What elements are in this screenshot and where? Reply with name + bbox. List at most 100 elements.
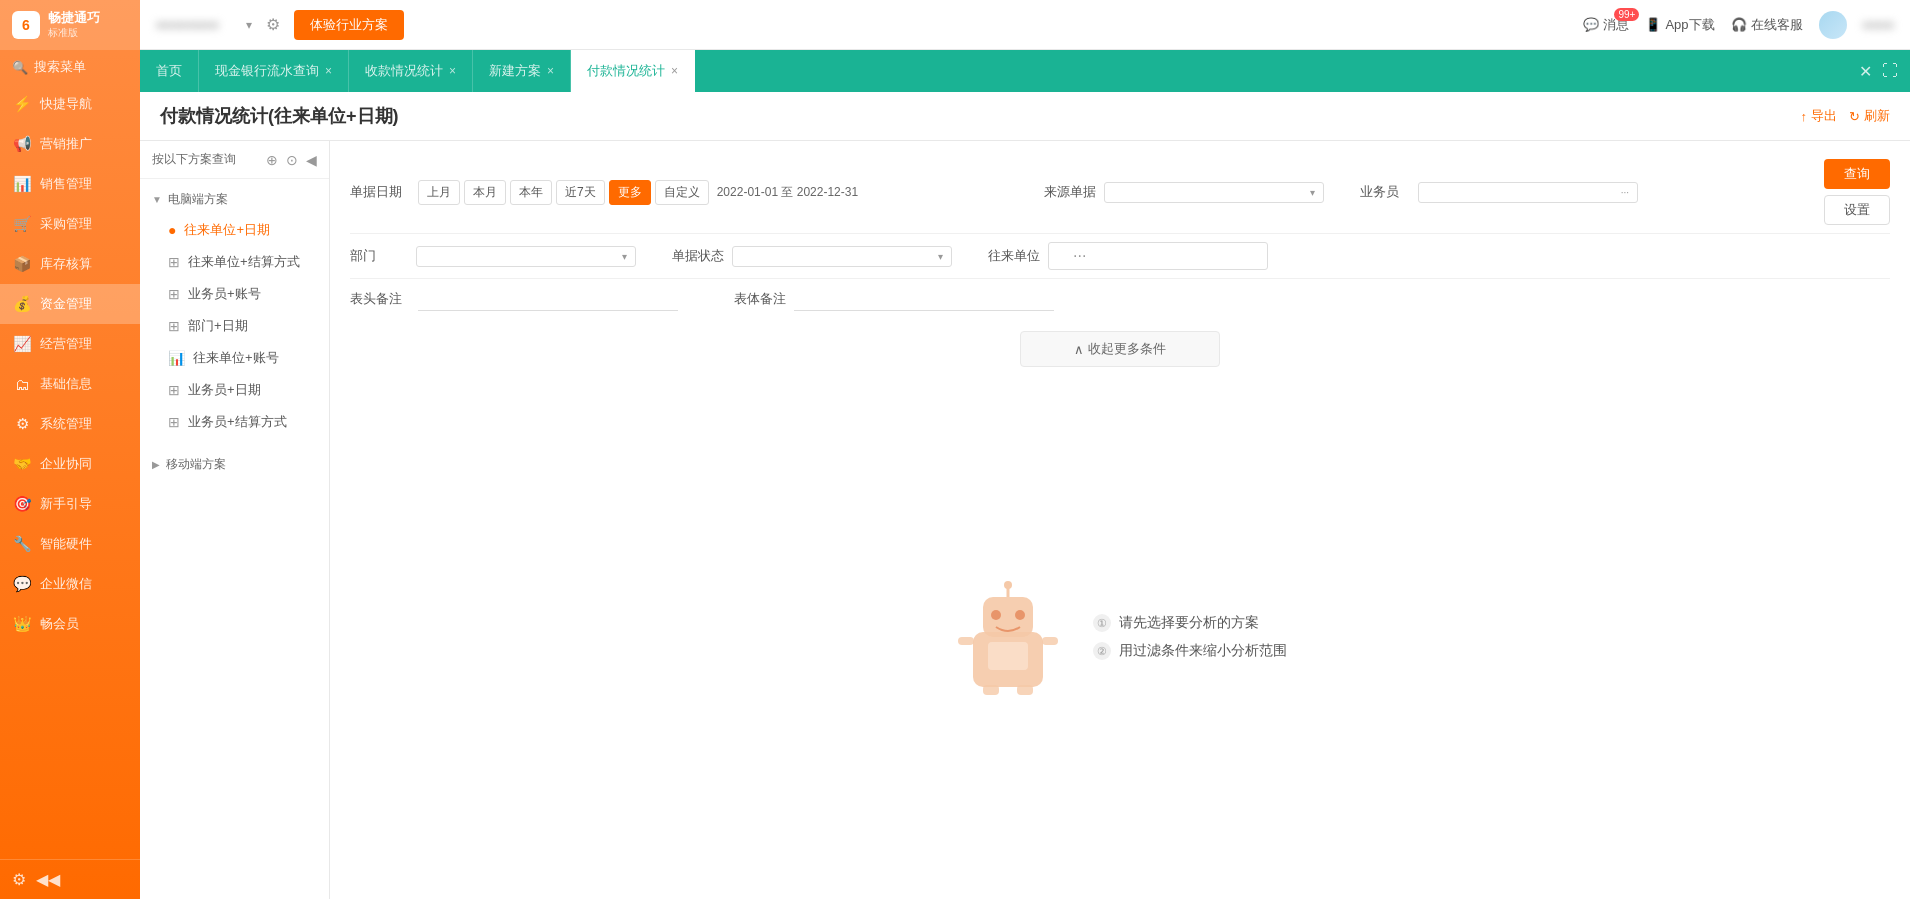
refresh-icon: ↻ — [1849, 109, 1860, 124]
scheme-item-unit-settle[interactable]: ⊞ 往来单位+结算方式 — [140, 246, 329, 278]
partner-select[interactable]: ··· — [1048, 242, 1268, 270]
sidebar-item-quick-nav[interactable]: ⚡ 快捷导航 — [0, 84, 140, 124]
sidebar-item-operations[interactable]: 📈 经营管理 — [0, 324, 140, 364]
filter-row-2: 部门 ▾ 单据状态 ▾ 往来单位 — [350, 234, 1890, 279]
custom-btn[interactable]: 自定义 — [655, 180, 709, 205]
member-icon: 👑 — [12, 614, 32, 634]
partner-select-dots: ··· — [1073, 247, 1086, 265]
scheme-section-mobile-title[interactable]: ▶ 移动端方案 — [140, 450, 329, 479]
query-btn[interactable]: 查询 — [1824, 159, 1890, 189]
this-year-btn[interactable]: 本年 — [510, 180, 552, 205]
more-btn[interactable]: 更多 — [609, 180, 651, 205]
refresh-btn[interactable]: ↻ 刷新 — [1849, 107, 1890, 125]
tab-close-bank-flow[interactable]: × — [325, 64, 332, 78]
tip1-number: ① — [1093, 614, 1111, 632]
username[interactable]: ●●●● — [1863, 17, 1894, 32]
scheme-item-unit-date[interactable]: ● 往来单位+日期 — [140, 214, 329, 246]
svg-rect-8 — [983, 685, 999, 695]
settings-footer-btn[interactable]: ⚙ — [12, 870, 26, 889]
online-service-btn[interactable]: 🎧 在线客服 — [1731, 16, 1803, 34]
staff-select-arrow: ··· — [1621, 187, 1629, 198]
collapse-arrow-icon: ∧ — [1074, 342, 1084, 357]
scheme-item-staff-settle[interactable]: ⊞ 业务员+结算方式 — [140, 406, 329, 438]
staff-select[interactable]: ··· — [1418, 182, 1638, 203]
topbar-title: ●●●●●●●● — [156, 17, 236, 32]
scheme-section-pc-title[interactable]: ▼ 电脑端方案 — [140, 185, 329, 214]
last-month-btn[interactable]: 上月 — [418, 180, 460, 205]
body-note-input[interactable] — [794, 287, 1054, 311]
scheme-item-staff-date[interactable]: ⊞ 业务员+日期 — [140, 374, 329, 406]
sidebar-logo: 6 畅捷通巧 标准版 — [0, 0, 140, 50]
tab-new-plan[interactable]: 新建方案 × — [473, 50, 571, 92]
sales-icon: 📊 — [12, 174, 32, 194]
sidebar-item-member[interactable]: 👑 畅会员 — [0, 604, 140, 644]
tabs-bar: 首页 现金银行流水查询 × 收款情况统计 × 新建方案 × 付款情况统计 × ✕… — [140, 50, 1910, 92]
tab-home[interactable]: 首页 — [140, 50, 199, 92]
sidebar-item-purchase[interactable]: 🛒 采购管理 — [0, 204, 140, 244]
trial-btn[interactable]: 体验行业方案 — [294, 10, 404, 40]
voucher-status-select[interactable]: ▾ — [732, 246, 952, 267]
empty-tips: ① 请先选择要分析的方案 ② 用过滤条件来缩小分析范围 — [1093, 614, 1287, 660]
svg-point-5 — [1004, 581, 1012, 589]
tip2-number: ② — [1093, 642, 1111, 660]
search-icon: 🔍 — [12, 60, 28, 75]
export-icon: ↑ — [1801, 109, 1808, 124]
collapse-btn[interactable]: ∧ 收起更多条件 — [1020, 331, 1220, 367]
tab-close-receivable[interactable]: × — [449, 64, 456, 78]
tab-bank-flow[interactable]: 现金银行流水查询 × — [199, 50, 349, 92]
filter-actions: 查询 设置 — [1824, 159, 1890, 225]
collapse-scheme-btn[interactable]: ◀ — [306, 152, 317, 168]
voucher-status-arrow: ▾ — [938, 251, 943, 262]
svg-rect-10 — [988, 642, 1028, 670]
sidebar-item-finance[interactable]: 💰 资金管理 — [0, 284, 140, 324]
settings-scheme-btn[interactable]: ⊙ — [286, 152, 298, 168]
tab-close-new-plan[interactable]: × — [547, 64, 554, 78]
tab-close-payment-stats[interactable]: × — [671, 64, 678, 78]
sidebar-item-wechat[interactable]: 💬 企业微信 — [0, 564, 140, 604]
body-note-label: 表体备注 — [734, 290, 786, 308]
sidebar-item-basic-info[interactable]: 🗂 基础信息 — [0, 364, 140, 404]
topbar-gear-icon[interactable]: ⚙ — [266, 15, 280, 34]
sidebar-item-system[interactable]: ⚙ 系统管理 — [0, 404, 140, 444]
tab-receivable[interactable]: 收款情况统计 × — [349, 50, 473, 92]
collapse-sidebar-btn[interactable]: ◀◀ — [36, 870, 60, 889]
scheme-item-unit-account[interactable]: 📊 往来单位+账号 — [140, 342, 329, 374]
empty-content: ① 请先选择要分析的方案 ② 用过滤条件来缩小分析范围 — [953, 577, 1287, 697]
sidebar-item-hardware[interactable]: 🔧 智能硬件 — [0, 524, 140, 564]
mobile-section-arrow: ▶ — [152, 459, 160, 470]
this-month-btn[interactable]: 本月 — [464, 180, 506, 205]
maximize-window-btn[interactable]: ⛶ — [1882, 62, 1898, 80]
data-area: 单据日期 上月 本月 本年 近7天 更多 自定义 2022-01-01 至 20… — [330, 141, 1910, 899]
unit-account-icon: 📊 — [168, 350, 185, 366]
scheme-section-mobile: ▶ 移动端方案 — [140, 444, 329, 485]
logo-subtitle: 标准版 — [48, 26, 100, 40]
close-window-btn[interactable]: ✕ — [1859, 62, 1872, 81]
search-menu[interactable]: 🔍 搜索菜单 — [0, 50, 140, 84]
sidebar-item-guide[interactable]: 🎯 新手引导 — [0, 484, 140, 524]
settings-btn[interactable]: 设置 — [1824, 195, 1890, 225]
staff-label: 业务员 — [1360, 183, 1410, 201]
messages-btn[interactable]: 💬 消息 99+ — [1583, 16, 1629, 34]
scheme-panel-header: 按以下方案查询 ⊕ ⊙ ◀ — [140, 141, 329, 179]
collapse-row: ∧ 收起更多条件 — [330, 323, 1910, 375]
add-scheme-btn[interactable]: ⊕ — [266, 152, 278, 168]
dept-select[interactable]: ▾ — [416, 246, 636, 267]
sidebar-item-marketing[interactable]: 📢 营销推广 — [0, 124, 140, 164]
last-7-days-btn[interactable]: 近7天 — [556, 180, 605, 205]
scheme-item-dept-date[interactable]: ⊞ 部门+日期 — [140, 310, 329, 342]
tabs-window-actions: ✕ ⛶ — [1847, 50, 1910, 92]
sidebar-item-sales[interactable]: 📊 销售管理 — [0, 164, 140, 204]
logo-title: 畅捷通巧 — [48, 10, 100, 27]
topbar-dropdown-btn[interactable]: ▾ — [246, 18, 252, 32]
export-btn[interactable]: ↑ 导出 — [1801, 107, 1838, 125]
guide-icon: 🎯 — [12, 494, 32, 514]
header-note-input[interactable] — [418, 287, 678, 311]
app-download-btn[interactable]: 📱 App下载 — [1645, 16, 1714, 34]
header-note-label: 表头备注 — [350, 290, 402, 308]
wechat-icon: 💬 — [12, 574, 32, 594]
sidebar-item-inventory[interactable]: 📦 库存核算 — [0, 244, 140, 284]
tab-payment-stats[interactable]: 付款情况统计 × — [571, 50, 695, 92]
sidebar-item-cooperation[interactable]: 🤝 企业协同 — [0, 444, 140, 484]
scheme-item-staff-account[interactable]: ⊞ 业务员+账号 — [140, 278, 329, 310]
source-select[interactable]: ▾ — [1104, 182, 1324, 203]
